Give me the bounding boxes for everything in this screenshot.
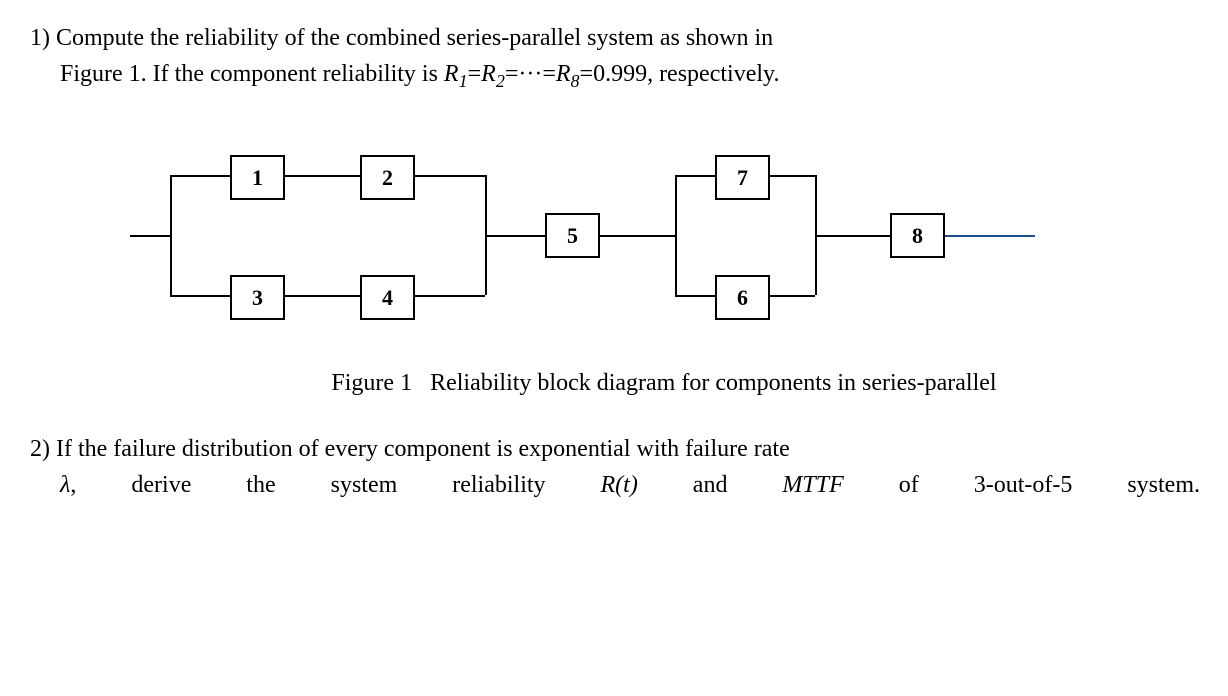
wire [770, 175, 815, 177]
component-4-label: 4 [382, 281, 393, 314]
wire [675, 295, 715, 297]
wire [415, 295, 485, 297]
mttf-symbol: MTTF [782, 472, 843, 498]
component-6-label: 6 [737, 281, 748, 314]
wire [485, 235, 545, 237]
p2-mid2: and [638, 472, 783, 498]
wire [170, 175, 172, 295]
figure-text: Reliability block diagram for components… [430, 370, 997, 396]
wire [770, 295, 815, 297]
r8-var: R [556, 61, 571, 87]
figure-label: Figure 1 [331, 370, 412, 396]
eq3: =0.999, respectively. [580, 61, 780, 87]
p1-line2-prefix: Figure 1. If the component reliability i… [60, 61, 444, 87]
rt-symbol: R(t) [601, 472, 638, 498]
r2-var: R [481, 61, 496, 87]
component-6: 6 [715, 275, 770, 320]
wire [170, 175, 230, 177]
eq1: = [468, 61, 482, 87]
component-4: 4 [360, 275, 415, 320]
wire [675, 175, 715, 177]
problem-1: 1) Compute the reliability of the combin… [30, 20, 1198, 95]
wire [815, 235, 890, 237]
wire [130, 235, 170, 237]
eq2: =···= [505, 61, 556, 87]
lambda-symbol: λ [60, 472, 70, 498]
p2-mid3: of 3-out-of-5 system. [844, 472, 1200, 498]
wire [285, 295, 360, 297]
component-1-label: 1 [252, 161, 263, 194]
p2-line1: 2) If the failure distribution of every … [30, 431, 1198, 467]
component-8-label: 8 [912, 219, 923, 252]
component-3-label: 3 [252, 281, 263, 314]
component-5: 5 [545, 213, 600, 258]
p2-mid1: derive the system reliability [76, 472, 600, 498]
wire [285, 175, 360, 177]
reliability-block-diagram: 1 2 3 4 5 7 6 8 [130, 135, 1030, 335]
r8-sub: 8 [571, 71, 580, 91]
wire [415, 175, 485, 177]
wire [675, 175, 677, 295]
r2-sub: 2 [496, 71, 505, 91]
figure-1-caption: Figure 1 Reliability block diagram for c… [130, 365, 1198, 401]
p2-line2: λ, derive the system reliability R(t) an… [30, 467, 1200, 503]
component-3: 3 [230, 275, 285, 320]
r1-var: R [444, 61, 459, 87]
component-7-label: 7 [737, 161, 748, 194]
wire [600, 235, 675, 237]
wire [170, 295, 230, 297]
component-8: 8 [890, 213, 945, 258]
p1-line2: Figure 1. If the component reliability i… [30, 61, 779, 87]
component-5-label: 5 [567, 219, 578, 252]
component-2-label: 2 [382, 161, 393, 194]
problem-1-text: 1) Compute the reliability of the combin… [30, 20, 1198, 95]
problem-2: 2) If the failure distribution of every … [30, 431, 1198, 503]
component-7: 7 [715, 155, 770, 200]
r1-sub: 1 [459, 71, 468, 91]
component-1: 1 [230, 155, 285, 200]
figure-1: 1 2 3 4 5 7 6 8 Figure 1 Reliability [30, 135, 1198, 401]
p1-line1: 1) Compute the reliability of the combin… [30, 25, 773, 51]
component-2: 2 [360, 155, 415, 200]
wire-output [945, 235, 1035, 237]
